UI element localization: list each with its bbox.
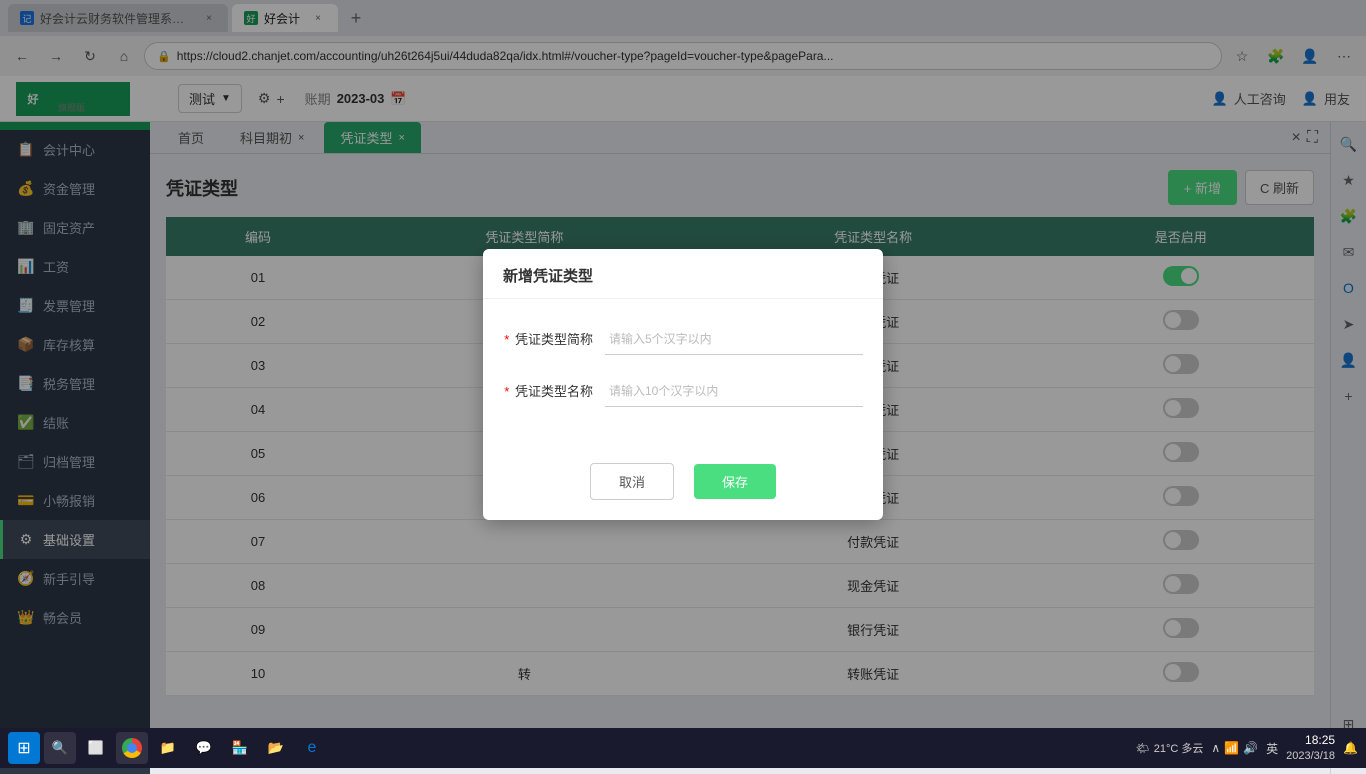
full-name-input[interactable] bbox=[605, 375, 863, 407]
taskbar-edge-icon[interactable]: e bbox=[296, 732, 328, 764]
weather-info: 🌤 21°C 多云 bbox=[1136, 740, 1204, 756]
form-row-short: * 凭证类型简称 bbox=[503, 323, 863, 355]
taskbar-items: 🔍 ⬜ 📁 💬 🏪 📂 e bbox=[44, 732, 1136, 764]
taskbar-tray: ∧ 📶 🔊 bbox=[1211, 741, 1258, 755]
lang-indicator: 英 bbox=[1266, 740, 1278, 757]
add-voucher-dialog: 新增凭证类型 * 凭证类型简称 * 凭证类型名称 取消 保存 bbox=[483, 249, 883, 520]
taskbar-explorer-icon[interactable]: 📁 bbox=[152, 732, 184, 764]
taskbar-clock[interactable]: 18:25 2023/3/18 bbox=[1286, 732, 1335, 764]
weather-text: 21°C 多云 bbox=[1154, 740, 1204, 756]
save-button[interactable]: 保存 bbox=[694, 464, 776, 499]
taskbar-right: 🌤 21°C 多云 ∧ 📶 🔊 英 18:25 2023/3/18 🔔 bbox=[1136, 732, 1358, 764]
short-name-input[interactable] bbox=[605, 323, 863, 355]
clock-date: 2023/3/18 bbox=[1286, 749, 1335, 764]
taskbar-multitask-icon[interactable]: ⬜ bbox=[80, 732, 112, 764]
required-mark-2: * bbox=[504, 384, 509, 399]
taskbar: ⊞ 🔍 ⬜ 📁 💬 🏪 📂 e 🌤 21°C 多云 ∧ 📶 🔊 英 18:25 … bbox=[0, 728, 1366, 768]
dialog-overlay: 新增凭证类型 * 凭证类型简称 * 凭证类型名称 取消 保存 bbox=[0, 0, 1366, 768]
clock-time: 18:25 bbox=[1286, 732, 1335, 749]
dialog-footer: 取消 保存 bbox=[483, 451, 883, 520]
taskbar-store-icon[interactable]: 🏪 bbox=[224, 732, 256, 764]
volume-icon: 🔊 bbox=[1243, 741, 1258, 755]
windows-icon: ⊞ bbox=[17, 738, 30, 758]
tray-arrow-icon[interactable]: ∧ bbox=[1211, 741, 1220, 755]
form-row-fullname: * 凭证类型名称 bbox=[503, 375, 863, 407]
full-name-label: * 凭证类型名称 bbox=[503, 381, 593, 400]
dialog-body: * 凭证类型简称 * 凭证类型名称 bbox=[483, 299, 883, 451]
required-mark-1: * bbox=[504, 332, 509, 347]
start-button[interactable]: ⊞ bbox=[8, 732, 40, 764]
short-name-label: * 凭证类型简称 bbox=[503, 329, 593, 348]
taskbar-search-icon[interactable]: 🔍 bbox=[44, 732, 76, 764]
cancel-button[interactable]: 取消 bbox=[590, 463, 674, 500]
taskbar-files-icon[interactable]: 📂 bbox=[260, 732, 292, 764]
notification-icon[interactable]: 🔔 bbox=[1343, 741, 1358, 755]
taskbar-wechat-icon[interactable]: 💬 bbox=[188, 732, 220, 764]
weather-icon: 🌤 bbox=[1136, 742, 1150, 755]
dialog-header: 新增凭证类型 bbox=[483, 249, 883, 299]
wifi-icon: 📶 bbox=[1224, 741, 1239, 755]
dialog-title: 新增凭证类型 bbox=[503, 268, 593, 285]
taskbar-chrome-icon[interactable] bbox=[116, 732, 148, 764]
